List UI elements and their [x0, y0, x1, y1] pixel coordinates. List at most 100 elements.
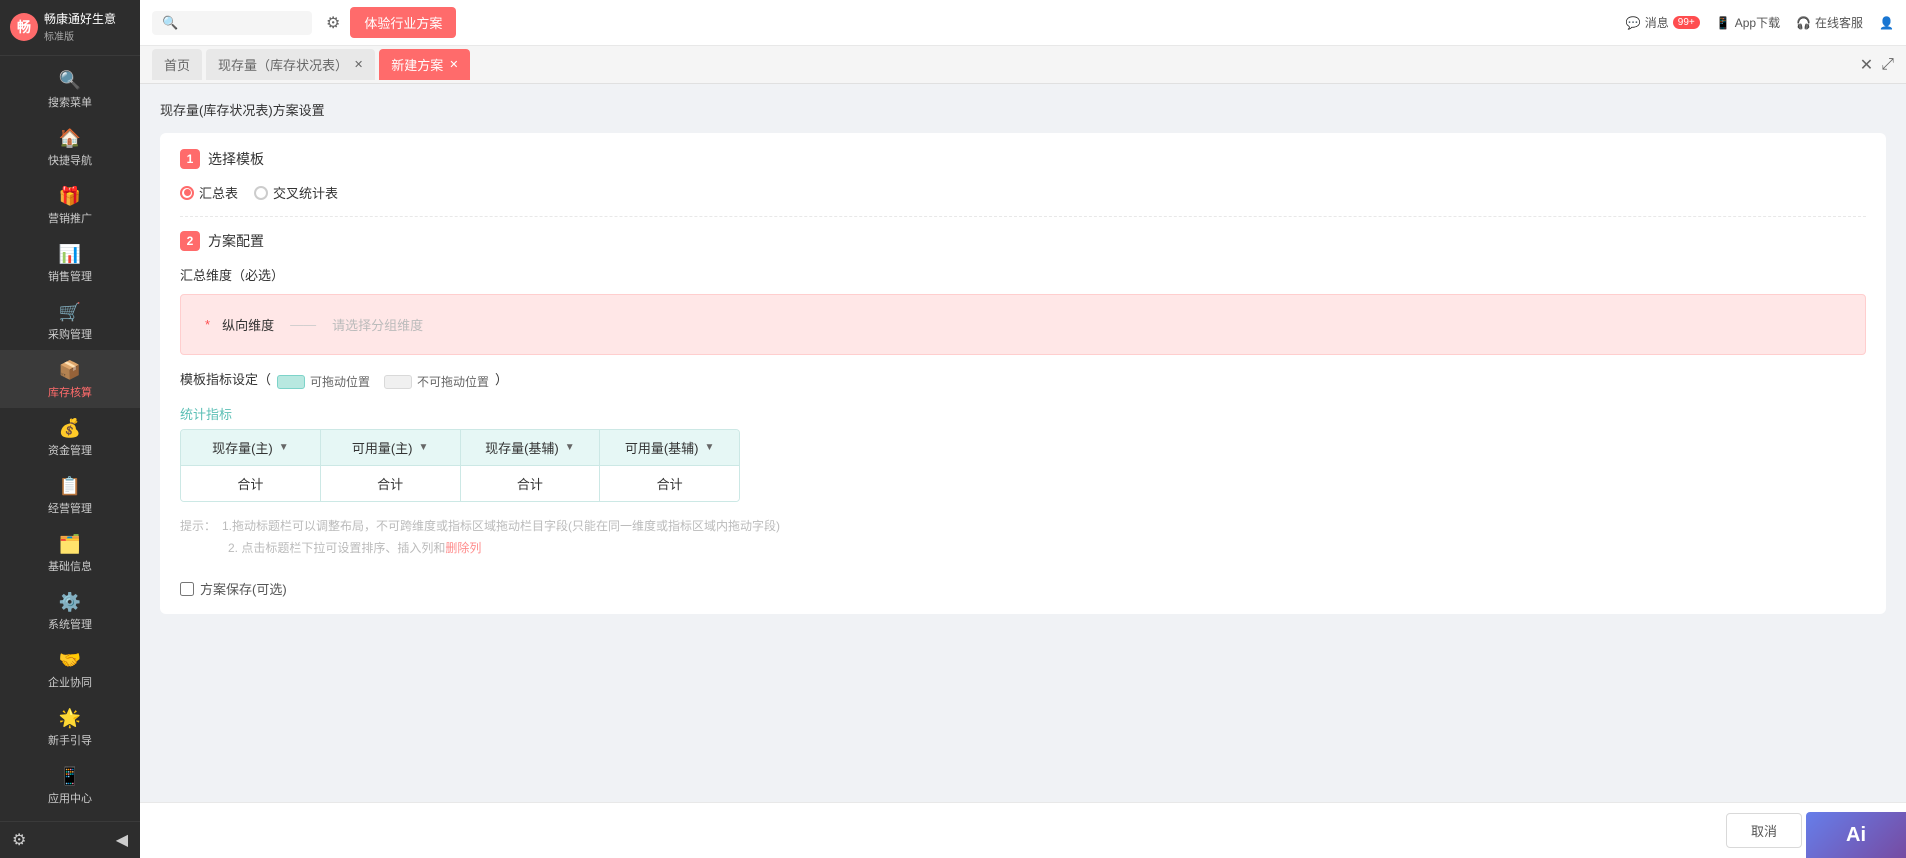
step2-header: 2 方案配置	[180, 231, 1866, 251]
sidebar-item-quick-nav[interactable]: 🏠 快捷导航	[0, 118, 140, 176]
sales-icon: 📊	[59, 244, 81, 265]
cancel-button[interactable]: 取消	[1726, 813, 1802, 848]
ai-badge-label: Ai	[1846, 824, 1866, 847]
app-download-btn[interactable]: 📱 App下载	[1716, 14, 1780, 31]
save-checkbox[interactable]	[180, 582, 194, 596]
not-draggable-box	[384, 375, 412, 389]
sidebar-label-inventory: 库存核算	[48, 384, 92, 400]
tips-text-2: 2. 点击标题栏下拉可设置排序、插入列和删除列	[180, 538, 1866, 560]
app-download-icon: 📱	[1716, 16, 1731, 30]
sidebar-item-search-menu[interactable]: 🔍 搜索菜单	[0, 60, 140, 118]
sidebar-item-newcomer[interactable]: 🌟 新手引导	[0, 698, 140, 756]
inventory-icon: 📦	[59, 360, 81, 381]
section-card: 1 选择模板 汇总表 交叉统计表 2 方案配置 汇总维度（必选）	[160, 133, 1886, 614]
col-available-aux-label: 可用量(基辅)	[625, 438, 699, 457]
vertical-dim-placeholder[interactable]: 请选择分组维度	[332, 315, 423, 334]
stats-table-header: 现存量(主) ▼ 可用量(主) ▼ 现存量(基辅) ▼ 可用量(基辅)	[181, 430, 739, 465]
col-current-main-chevron: ▼	[279, 442, 289, 453]
tab-new-scheme[interactable]: 新建方案 ✕	[379, 49, 470, 80]
radio-summary[interactable]: 汇总表	[180, 183, 238, 202]
col-current-main[interactable]: 现存量(主) ▼	[181, 430, 321, 465]
service-btn[interactable]: 🎧 在线客服	[1796, 14, 1863, 31]
radio-summary-label: 汇总表	[199, 183, 238, 202]
sidebar-label-app-center: 应用中心	[48, 790, 92, 806]
sidebar-item-enterprise-wechat[interactable]: 💬 企业微信	[0, 814, 140, 821]
window-close-btn[interactable]: ✕	[1860, 55, 1873, 75]
tips-prefix: 提示： 1.拖动标题栏可以调整布局，不可跨维度或指标区域拖动栏目字段(只能在同一…	[180, 519, 780, 533]
sidebar-label-system: 系统管理	[48, 616, 92, 632]
save-option: 方案保存(可选)	[180, 579, 1866, 598]
col-current-aux[interactable]: 现存量(基辅) ▼	[461, 430, 601, 465]
sidebar-label-quick-nav: 快捷导航	[48, 152, 92, 168]
sidebar-label-basic-info: 基础信息	[48, 558, 92, 574]
tab-new-scheme-label: 新建方案	[391, 55, 443, 74]
topbar-search-box[interactable]: 🔍	[152, 11, 312, 35]
service-icon: 🎧	[1796, 16, 1811, 30]
tab-inventory-status[interactable]: 现存量（库存状况表） ✕	[206, 49, 375, 80]
settings-footer-icon[interactable]: ⚙	[12, 830, 26, 850]
stats-label: 统计指标	[180, 404, 1866, 423]
sidebar-item-basic-info[interactable]: 🗂️ 基础信息	[0, 524, 140, 582]
tab-home[interactable]: 首页	[152, 49, 202, 80]
message-badge: 99+	[1673, 16, 1700, 29]
collapse-icon[interactable]: ◀	[116, 830, 128, 850]
step1-divider	[180, 216, 1866, 217]
sidebar-label-newcomer: 新手引导	[48, 732, 92, 748]
col-current-aux-label: 现存量(基辅)	[485, 438, 559, 457]
legend-draggable: 可拖动位置	[277, 373, 370, 390]
radio-cross[interactable]: 交叉统计表	[254, 183, 338, 202]
sidebar-label-management: 经营管理	[48, 500, 92, 516]
footer-bar: 取消 查询	[140, 802, 1906, 858]
not-draggable-label: 不可拖动位置	[417, 373, 489, 390]
sidebar-item-enterprise[interactable]: 🤝 企业协同	[0, 640, 140, 698]
app-version: 标准版	[44, 28, 116, 43]
tips-delete-link[interactable]: 删除列	[445, 541, 481, 555]
search-input[interactable]	[184, 16, 302, 30]
user-avatar[interactable]: 👤	[1879, 16, 1894, 30]
cell-0-2: 合计	[461, 466, 601, 501]
cell-0-0: 合计	[181, 466, 321, 501]
cell-0-3: 合计	[600, 466, 739, 501]
col-available-main[interactable]: 可用量(主) ▼	[321, 430, 461, 465]
required-area: * 纵向维度 —— 请选择分组维度	[180, 294, 1866, 355]
sidebar-item-marketing[interactable]: 🎁 营销推广	[0, 176, 140, 234]
tabs-bar: 首页 现存量（库存状况表） ✕ 新建方案 ✕ ✕ ⤢	[140, 46, 1906, 84]
sidebar-item-purchase[interactable]: 🛒 采购管理	[0, 292, 140, 350]
sidebar-item-app-center[interactable]: 📱 应用中心	[0, 756, 140, 814]
gear-icon[interactable]: ⚙	[326, 13, 340, 33]
vertical-dim-label: 纵向维度	[222, 315, 274, 334]
sidebar-label-finance: 资金管理	[48, 442, 92, 458]
message-btn[interactable]: 💬 消息 99+	[1626, 14, 1700, 31]
sidebar: 畅 畅康通好生意 标准版 🔍 搜索菜单 🏠 快捷导航 🎁 营销推广 📊 销售管理…	[0, 0, 140, 858]
quick-nav-icon: 🏠	[59, 128, 81, 149]
sidebar-label-sales: 销售管理	[48, 268, 92, 284]
tab-inventory-status-close[interactable]: ✕	[354, 58, 363, 71]
sidebar-label-marketing: 营销推广	[48, 210, 92, 226]
trial-btn[interactable]: 体验行业方案	[350, 7, 456, 38]
user-icon: 👤	[1879, 16, 1894, 30]
content-area: 现存量(库存状况表)方案设置 1 选择模板 汇总表 交叉统计表	[140, 84, 1906, 802]
sidebar-item-sales[interactable]: 📊 销售管理	[0, 234, 140, 292]
sidebar-item-management[interactable]: 📋 经营管理	[0, 466, 140, 524]
sidebar-item-finance[interactable]: 💰 资金管理	[0, 408, 140, 466]
field-dash: ——	[290, 317, 316, 332]
col-available-aux[interactable]: 可用量(基辅) ▼	[600, 430, 739, 465]
step1-header: 1 选择模板	[180, 149, 1866, 169]
indicators-section: 模板指标设定（ 可拖动位置 不可拖动位置 ） 统计指标	[180, 369, 1866, 559]
stats-table: 现存量(主) ▼ 可用量(主) ▼ 现存量(基辅) ▼ 可用量(基辅)	[180, 429, 740, 502]
ai-badge[interactable]: Ai	[1806, 812, 1906, 858]
sidebar-item-system[interactable]: ⚙️ 系统管理	[0, 582, 140, 640]
window-expand-btn[interactable]: ⤢	[1881, 56, 1894, 74]
message-label: 消息	[1645, 14, 1669, 31]
sidebar-item-inventory[interactable]: 📦 库存核算	[0, 350, 140, 408]
indicator-suffix: ）	[495, 369, 508, 388]
enterprise-icon: 🤝	[59, 650, 81, 671]
search-menu-icon: 🔍	[59, 70, 81, 91]
tab-inventory-status-label: 现存量（库存状况表）	[218, 55, 348, 74]
topbar-right: 💬 消息 99+ 📱 App下载 🎧 在线客服 👤	[1626, 14, 1894, 31]
tips-text-2-content: 2. 点击标题栏下拉可设置排序、插入列和	[180, 541, 445, 555]
col-available-main-chevron: ▼	[419, 442, 429, 453]
tab-new-scheme-close[interactable]: ✕	[449, 58, 458, 71]
step2-num: 2	[180, 231, 200, 251]
indicator-setting-label: 模板指标设定（	[180, 369, 271, 388]
